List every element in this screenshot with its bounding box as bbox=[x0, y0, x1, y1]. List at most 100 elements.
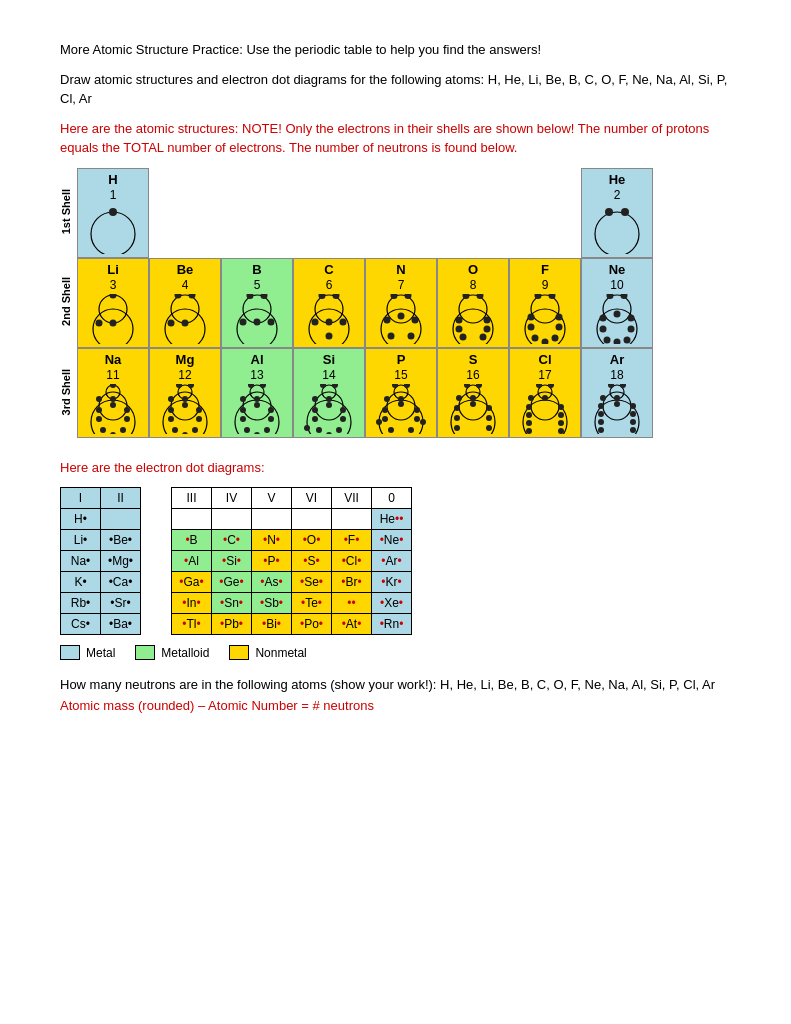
svg-point-110 bbox=[268, 407, 274, 413]
svg-point-124 bbox=[312, 396, 318, 402]
svg-point-199 bbox=[598, 419, 604, 425]
svg-point-1 bbox=[109, 208, 117, 216]
svg-point-85 bbox=[110, 402, 116, 408]
svg-point-83 bbox=[100, 427, 106, 433]
svg-point-146 bbox=[388, 427, 394, 433]
svg-point-81 bbox=[96, 416, 102, 422]
svg-point-49 bbox=[480, 333, 487, 340]
pt-cell-Na: Na 11 bbox=[77, 348, 149, 438]
pt-cell-P: P 15 bbox=[365, 348, 437, 438]
svg-point-68 bbox=[628, 325, 635, 332]
svg-point-156 bbox=[464, 384, 470, 388]
svg-point-112 bbox=[268, 416, 274, 422]
svg-point-38 bbox=[388, 332, 395, 339]
svg-point-129 bbox=[316, 427, 322, 433]
svg-point-200 bbox=[630, 419, 636, 425]
svg-point-14 bbox=[182, 319, 189, 326]
svg-point-94 bbox=[168, 407, 174, 413]
svg-point-194 bbox=[600, 395, 606, 401]
svg-point-182 bbox=[558, 420, 564, 426]
pt-row-2: Li 3 Be 4 bbox=[77, 258, 653, 348]
atom-B bbox=[227, 294, 287, 344]
svg-point-8 bbox=[110, 319, 117, 326]
svg-point-39 bbox=[408, 332, 415, 339]
svg-point-78 bbox=[96, 396, 102, 402]
legend-metal-box bbox=[60, 645, 80, 660]
svg-point-109 bbox=[240, 407, 246, 413]
svg-point-46 bbox=[456, 325, 463, 332]
svg-point-157 bbox=[476, 384, 482, 388]
svg-point-165 bbox=[486, 425, 492, 431]
pt-cell-F: F 9 bbox=[509, 258, 581, 348]
svg-point-3 bbox=[605, 208, 613, 216]
atomic-structure-table: 1st Shell 2nd Shell 3rd Shell H 1 bbox=[60, 168, 731, 438]
svg-point-164 bbox=[454, 425, 460, 431]
atom-Mg bbox=[155, 384, 215, 434]
pt-row-1: H 1 He 2 bbox=[77, 168, 653, 258]
svg-point-58 bbox=[532, 334, 539, 341]
svg-point-4 bbox=[621, 208, 629, 216]
legend-metal-label: Metal bbox=[86, 646, 115, 660]
svg-point-201 bbox=[598, 427, 604, 433]
spacer bbox=[293, 168, 365, 258]
shell-label-1: 1st Shell bbox=[60, 184, 72, 239]
svg-point-184 bbox=[558, 428, 564, 434]
svg-point-15 bbox=[168, 319, 175, 326]
bottom-text-1: How many neutrons are in the following a… bbox=[60, 675, 731, 696]
svg-point-197 bbox=[598, 411, 604, 417]
pt-cell-C: C 6 bbox=[293, 258, 365, 348]
electron-dot-section: I II H• Li• •Be• Na• •Mg• K• •Ca• Rb• •S… bbox=[60, 487, 731, 635]
svg-point-179 bbox=[526, 412, 532, 418]
svg-point-113 bbox=[244, 427, 250, 433]
legend-metalloid: Metalloid bbox=[135, 645, 209, 660]
svg-point-162 bbox=[454, 415, 460, 421]
svg-point-7 bbox=[110, 294, 117, 299]
svg-point-70 bbox=[624, 336, 631, 343]
svg-point-27 bbox=[326, 318, 333, 325]
legend-nonmetal: Nonmetal bbox=[229, 645, 306, 660]
svg-point-37 bbox=[398, 312, 405, 319]
legend-metalloid-label: Metalloid bbox=[161, 646, 209, 660]
shell-labels: 1st Shell 2nd Shell 3rd Shell bbox=[60, 168, 72, 438]
svg-point-76 bbox=[110, 384, 116, 388]
svg-point-107 bbox=[254, 396, 260, 402]
atom-O bbox=[443, 294, 503, 344]
svg-point-183 bbox=[526, 428, 532, 434]
svg-point-69 bbox=[604, 336, 611, 343]
svg-point-35 bbox=[384, 316, 391, 323]
svg-point-191 bbox=[608, 384, 614, 388]
svg-point-168 bbox=[470, 401, 476, 407]
svg-point-90 bbox=[176, 384, 182, 388]
svg-point-47 bbox=[484, 325, 491, 332]
svg-point-152 bbox=[420, 419, 426, 425]
svg-point-142 bbox=[382, 407, 388, 413]
svg-point-30 bbox=[340, 318, 347, 325]
atom-He bbox=[587, 204, 647, 254]
atom-Ne bbox=[587, 294, 647, 344]
svg-point-195 bbox=[598, 403, 604, 409]
svg-point-79 bbox=[96, 407, 102, 413]
atom-H bbox=[83, 204, 143, 254]
svg-point-82 bbox=[124, 416, 130, 422]
svg-point-80 bbox=[124, 407, 130, 413]
legend-metal: Metal bbox=[60, 645, 115, 660]
svg-point-174 bbox=[548, 384, 554, 388]
pt-cell-Li: Li 3 bbox=[77, 258, 149, 348]
atom-P bbox=[371, 384, 431, 434]
svg-point-148 bbox=[398, 401, 404, 407]
svg-point-143 bbox=[414, 407, 420, 413]
spacer bbox=[221, 168, 293, 258]
pt-row-3: Na 11 bbox=[77, 348, 653, 438]
pt-cell-He: He 2 bbox=[581, 168, 653, 258]
svg-point-121 bbox=[320, 384, 326, 388]
svg-point-55 bbox=[556, 313, 563, 320]
svg-point-178 bbox=[558, 404, 564, 410]
atom-Ar bbox=[587, 384, 647, 434]
svg-point-176 bbox=[528, 395, 534, 401]
svg-point-97 bbox=[196, 416, 202, 422]
pt-grid: H 1 He 2 bbox=[77, 168, 653, 438]
legend: Metal Metalloid Nonmetal bbox=[60, 645, 731, 660]
spacer bbox=[149, 168, 221, 258]
svg-point-65 bbox=[600, 314, 607, 321]
svg-point-98 bbox=[172, 427, 178, 433]
